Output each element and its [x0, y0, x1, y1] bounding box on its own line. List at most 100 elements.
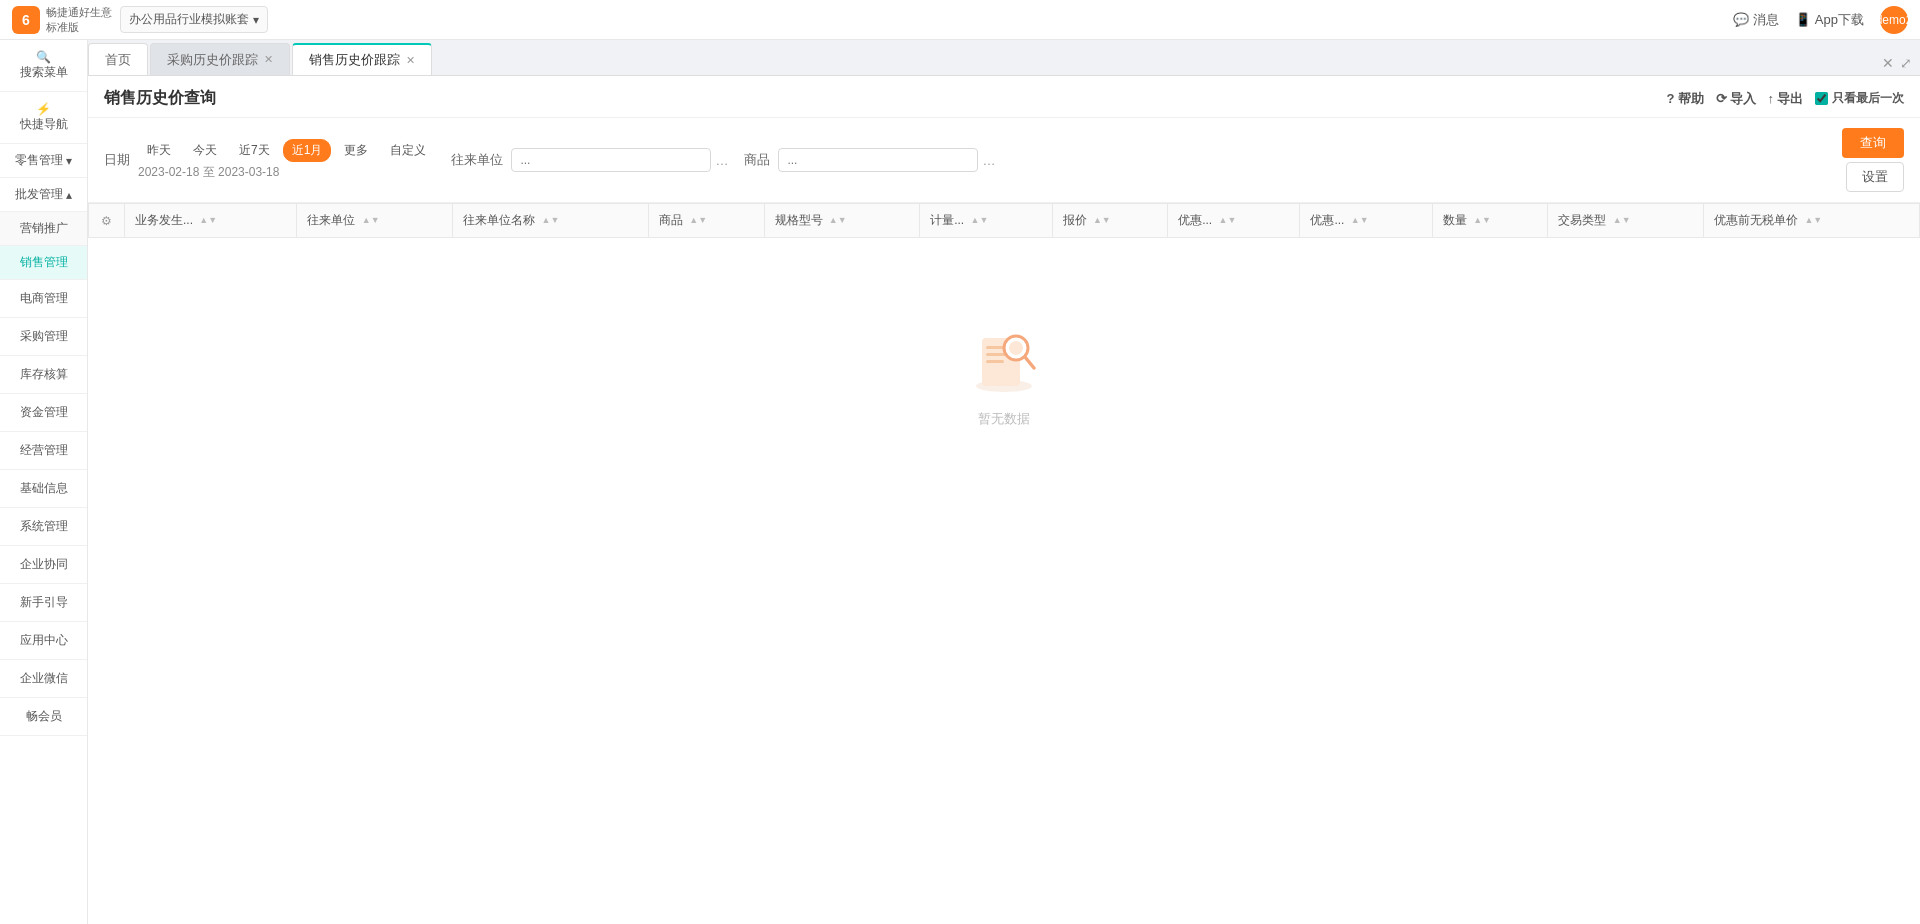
sidebar-item-retail[interactable]: 零售管理 ▾	[0, 144, 87, 178]
goods-input-group: …	[778, 148, 995, 172]
top-bar-right: 💬 消息 📱 App下载 demo2	[1733, 6, 1908, 34]
sidebar-item-appstore[interactable]: 应用中心	[0, 622, 87, 660]
filter-action-area: 查询 设置	[1842, 128, 1904, 192]
only-last-checkbox[interactable]	[1815, 92, 1828, 105]
chevron-up-icon: ▴	[66, 188, 72, 202]
sidebar-item-purchase[interactable]: 采购管理	[0, 318, 87, 356]
sort-icon: ▲▼	[1093, 216, 1111, 225]
sort-icon: ▲▼	[362, 216, 380, 225]
tab-close-sales[interactable]: ✕	[406, 54, 415, 67]
sidebar-item-shortcut[interactable]: ⚡ 快捷导航	[0, 92, 87, 144]
export-icon: ↑	[1768, 91, 1775, 106]
th-quantity[interactable]: 数量 ▲▼	[1432, 204, 1548, 238]
sidebar-sub-marketing: 营销推广 销售管理	[0, 212, 87, 280]
date-range-text: 2023-02-18 至 2023-03-18	[138, 164, 435, 181]
th-biz-date[interactable]: 业务发生... ▲▼	[125, 204, 297, 238]
sidebar: 🔍 搜索菜单 ⚡ 快捷导航 零售管理 ▾ 批发管理 ▴ 营销推广 销售管理 电商…	[0, 40, 88, 924]
sidebar-item-inventory[interactable]: 库存核算	[0, 356, 87, 394]
date-label: 日期	[104, 151, 130, 169]
sidebar-item-wholesale[interactable]: 批发管理 ▴	[0, 178, 87, 212]
download-icon: 📱	[1795, 12, 1811, 27]
table-area: ⚙ 业务发生... ▲▼ 往来单位 ▲▼ 往来单位名称	[88, 203, 1920, 924]
content-area: 首页 采购历史价跟踪 ✕ 销售历史价跟踪 ✕ ✕ ⤢ 销售历史价查询	[88, 40, 1920, 924]
sidebar-item-finance[interactable]: 资金管理	[0, 394, 87, 432]
th-spec[interactable]: 规格型号 ▲▼	[764, 204, 920, 238]
message-button[interactable]: 💬 消息	[1733, 11, 1779, 29]
th-trade-type[interactable]: 交易类型 ▲▼	[1548, 204, 1704, 238]
gear-icon[interactable]: ⚙	[101, 214, 112, 228]
goods-input[interactable]	[778, 148, 978, 172]
help-icon: ?	[1667, 91, 1675, 106]
date-btn-1month[interactable]: 近1月	[283, 139, 332, 162]
svg-point-6	[1009, 341, 1023, 355]
date-btn-custom[interactable]: 自定义	[381, 139, 435, 162]
close-tab-button[interactable]: ✕	[1882, 55, 1894, 71]
export-button[interactable]: ↑ 导出	[1768, 90, 1804, 108]
app-selector[interactable]: 办公用品行业模拟账套 ▾	[120, 6, 268, 33]
tab-purchase-history[interactable]: 采购历史价跟踪 ✕	[150, 43, 290, 75]
goods-filter-group: 商品 …	[744, 148, 995, 172]
empty-icon	[964, 318, 1044, 398]
th-discount2[interactable]: 优惠... ▲▼	[1300, 204, 1432, 238]
sidebar-item-member[interactable]: 畅会员	[0, 698, 87, 736]
import-button[interactable]: ⟳ 导入	[1716, 90, 1756, 108]
tab-sales-history[interactable]: 销售历史价跟踪 ✕	[292, 43, 432, 75]
sidebar-item-guide[interactable]: 新手引导	[0, 584, 87, 622]
query-button[interactable]: 查询	[1842, 128, 1904, 158]
sidebar-item-wechat[interactable]: 企业微信	[0, 660, 87, 698]
sort-icon: ▲▼	[829, 216, 847, 225]
top-bar: 6 畅捷通好生意 标准版 办公用品行业模拟账套 ▾ 💬 消息 📱 App下载 d…	[0, 0, 1920, 40]
top-bar-left: 6 畅捷通好生意 标准版 办公用品行业模拟账套 ▾	[12, 5, 268, 34]
tab-home[interactable]: 首页	[88, 43, 148, 75]
counter-party-filter-group: 往来单位 …	[451, 148, 728, 172]
sidebar-item-enterprise[interactable]: 企业协同	[0, 546, 87, 584]
counter-party-more-icon[interactable]: …	[715, 153, 728, 168]
tab-bar: 首页 采购历史价跟踪 ✕ 销售历史价跟踪 ✕ ✕ ⤢	[88, 40, 1920, 76]
results-table: ⚙ 业务发生... ▲▼ 往来单位 ▲▼ 往来单位名称	[88, 203, 1920, 238]
th-goods[interactable]: 商品 ▲▼	[648, 204, 764, 238]
svg-rect-4	[986, 360, 1004, 363]
help-button[interactable]: ? 帮助	[1667, 90, 1704, 108]
import-icon: ⟳	[1716, 91, 1727, 106]
sidebar-sub-item-marketing[interactable]: 营销推广	[0, 212, 87, 246]
th-pre-tax-price[interactable]: 优惠前无税单价 ▲▼	[1704, 204, 1920, 238]
sidebar-sub-item-sales[interactable]: 销售管理	[0, 246, 87, 280]
tab-close-purchase[interactable]: ✕	[264, 53, 273, 66]
page-title: 销售历史价查询	[104, 88, 216, 109]
th-unit[interactable]: 计量... ▲▼	[920, 204, 1052, 238]
th-quote[interactable]: 报价 ▲▼	[1052, 204, 1168, 238]
sidebar-item-system[interactable]: 系统管理	[0, 508, 87, 546]
date-btn-yesterday[interactable]: 昨天	[138, 139, 180, 162]
maximize-button[interactable]: ⤢	[1900, 55, 1912, 71]
sidebar-item-operations[interactable]: 经营管理	[0, 432, 87, 470]
sort-icon: ▲▼	[689, 216, 707, 225]
sort-icon: ▲▼	[541, 216, 559, 225]
empty-text: 暂无数据	[978, 410, 1030, 428]
app-download-button[interactable]: 📱 App下载	[1795, 11, 1864, 29]
date-btn-today[interactable]: 今天	[184, 139, 226, 162]
logo-text: 畅捷通好生意 标准版	[46, 5, 112, 34]
sort-icon: ▲▼	[1473, 216, 1491, 225]
th-gear: ⚙	[89, 204, 125, 238]
user-button[interactable]: demo2	[1880, 6, 1908, 34]
settings-button[interactable]: 设置	[1846, 162, 1904, 192]
shortcut-icon: ⚡	[4, 102, 83, 116]
date-filter-group: 日期 昨天 今天 近7天 近1月 更多 自定义 2023-02-18 至 202…	[104, 139, 435, 181]
sidebar-item-search[interactable]: 🔍 搜索菜单	[0, 40, 87, 92]
filter-area: 日期 昨天 今天 近7天 近1月 更多 自定义 2023-02-18 至 202…	[88, 118, 1920, 203]
chevron-down-icon: ▾	[66, 154, 72, 168]
goods-more-icon[interactable]: …	[982, 153, 995, 168]
th-counter-party[interactable]: 往来单位 ▲▼	[297, 204, 453, 238]
th-counter-party-name[interactable]: 往来单位名称 ▲▼	[453, 204, 649, 238]
sidebar-item-basic[interactable]: 基础信息	[0, 470, 87, 508]
svg-line-7	[1025, 357, 1034, 368]
sidebar-item-ecommerce[interactable]: 电商管理	[0, 280, 87, 318]
counter-party-input[interactable]	[511, 148, 711, 172]
main-layout: 🔍 搜索菜单 ⚡ 快捷导航 零售管理 ▾ 批发管理 ▴ 营销推广 销售管理 电商…	[0, 40, 1920, 924]
date-btn-7days[interactable]: 近7天	[230, 139, 279, 162]
table-header-row: ⚙ 业务发生... ▲▼ 往来单位 ▲▼ 往来单位名称	[89, 204, 1920, 238]
avatar: demo2	[1880, 6, 1908, 34]
date-btn-more[interactable]: 更多	[335, 139, 377, 162]
only-last-checkbox-label[interactable]: 只看最后一次	[1815, 90, 1904, 107]
th-discount1[interactable]: 优惠... ▲▼	[1168, 204, 1300, 238]
